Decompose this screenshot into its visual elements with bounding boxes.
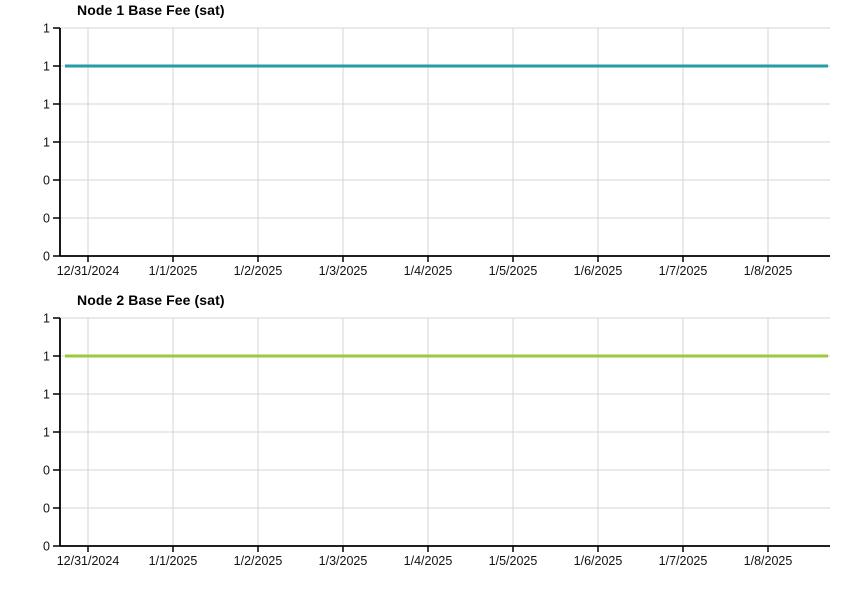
x-axis-tick-label: 1/5/2025: [489, 554, 538, 568]
x-axis-tick-label: 1/8/2025: [744, 264, 793, 278]
node2-line-plot: 1 1 1 1 0 0 0 12/31/2024 1/1/2025 1/2/2025 1/3/202…: [43, 312, 830, 568]
x-axis-tick-label: 1/6/2025: [574, 554, 623, 568]
y-axis-tick-label: 1: [43, 426, 50, 440]
x-axis-tick-label: 1/3/2025: [319, 264, 368, 278]
x-axis-tick-label: 1/6/2025: [574, 264, 623, 278]
x-axis-tick-label: 12/31/2024: [57, 554, 120, 568]
chart-node2-base-fee: Node 2 Base Fee (sat) 1 1 1 1 0 0 0 12/31/2024 1…: [0, 290, 860, 590]
y-axis-tick-label: 1: [43, 136, 50, 150]
y-axis-tick-label: 1: [43, 22, 50, 36]
x-axis-tick-label: 1/4/2025: [404, 554, 453, 568]
chart-node1-base-fee: Node 1 Base Fee (sat) 1 1 1 1 0 0 0 12/31/2024 1…: [0, 0, 860, 300]
y-axis-tick-label: 1: [43, 388, 50, 402]
x-axis-tick-label: 1/3/2025: [319, 554, 368, 568]
y-axis-tick-label: 1: [43, 60, 50, 74]
x-axis-tick-label: 1/1/2025: [149, 264, 198, 278]
x-axis-tick-label: 1/2/2025: [234, 264, 283, 278]
x-axis-tick-label: 12/31/2024: [57, 264, 120, 278]
base-fee-dashboard: Node 1 Base Fee (sat) 1 1 1 1 0 0 0 12/31/2024 1…: [0, 0, 860, 600]
x-axis-tick-label: 1/8/2025: [744, 554, 793, 568]
y-axis-tick-label: 0: [43, 502, 50, 516]
y-axis-tick-label: 1: [43, 312, 50, 326]
y-axis-tick-label: 0: [43, 174, 50, 188]
x-axis-tick-label: 1/7/2025: [659, 264, 708, 278]
x-axis-tick-label: 1/2/2025: [234, 554, 283, 568]
y-axis-tick-label: 1: [43, 350, 50, 364]
y-axis-tick-label: 0: [43, 212, 50, 226]
x-axis-tick-label: 1/7/2025: [659, 554, 708, 568]
y-axis-tick-label: 1: [43, 98, 50, 112]
y-axis-tick-label: 0: [43, 540, 50, 554]
x-axis-tick-label: 1/4/2025: [404, 264, 453, 278]
y-axis-tick-label: 0: [43, 464, 50, 478]
x-axis-tick-label: 1/1/2025: [149, 554, 198, 568]
y-axis-tick-label: 0: [43, 250, 50, 264]
node1-line-plot: 1 1 1 1 0 0 0 12/31/2024 1/1/2025 1/2/2025 1/3/202…: [43, 22, 830, 278]
x-axis-tick-label: 1/5/2025: [489, 264, 538, 278]
